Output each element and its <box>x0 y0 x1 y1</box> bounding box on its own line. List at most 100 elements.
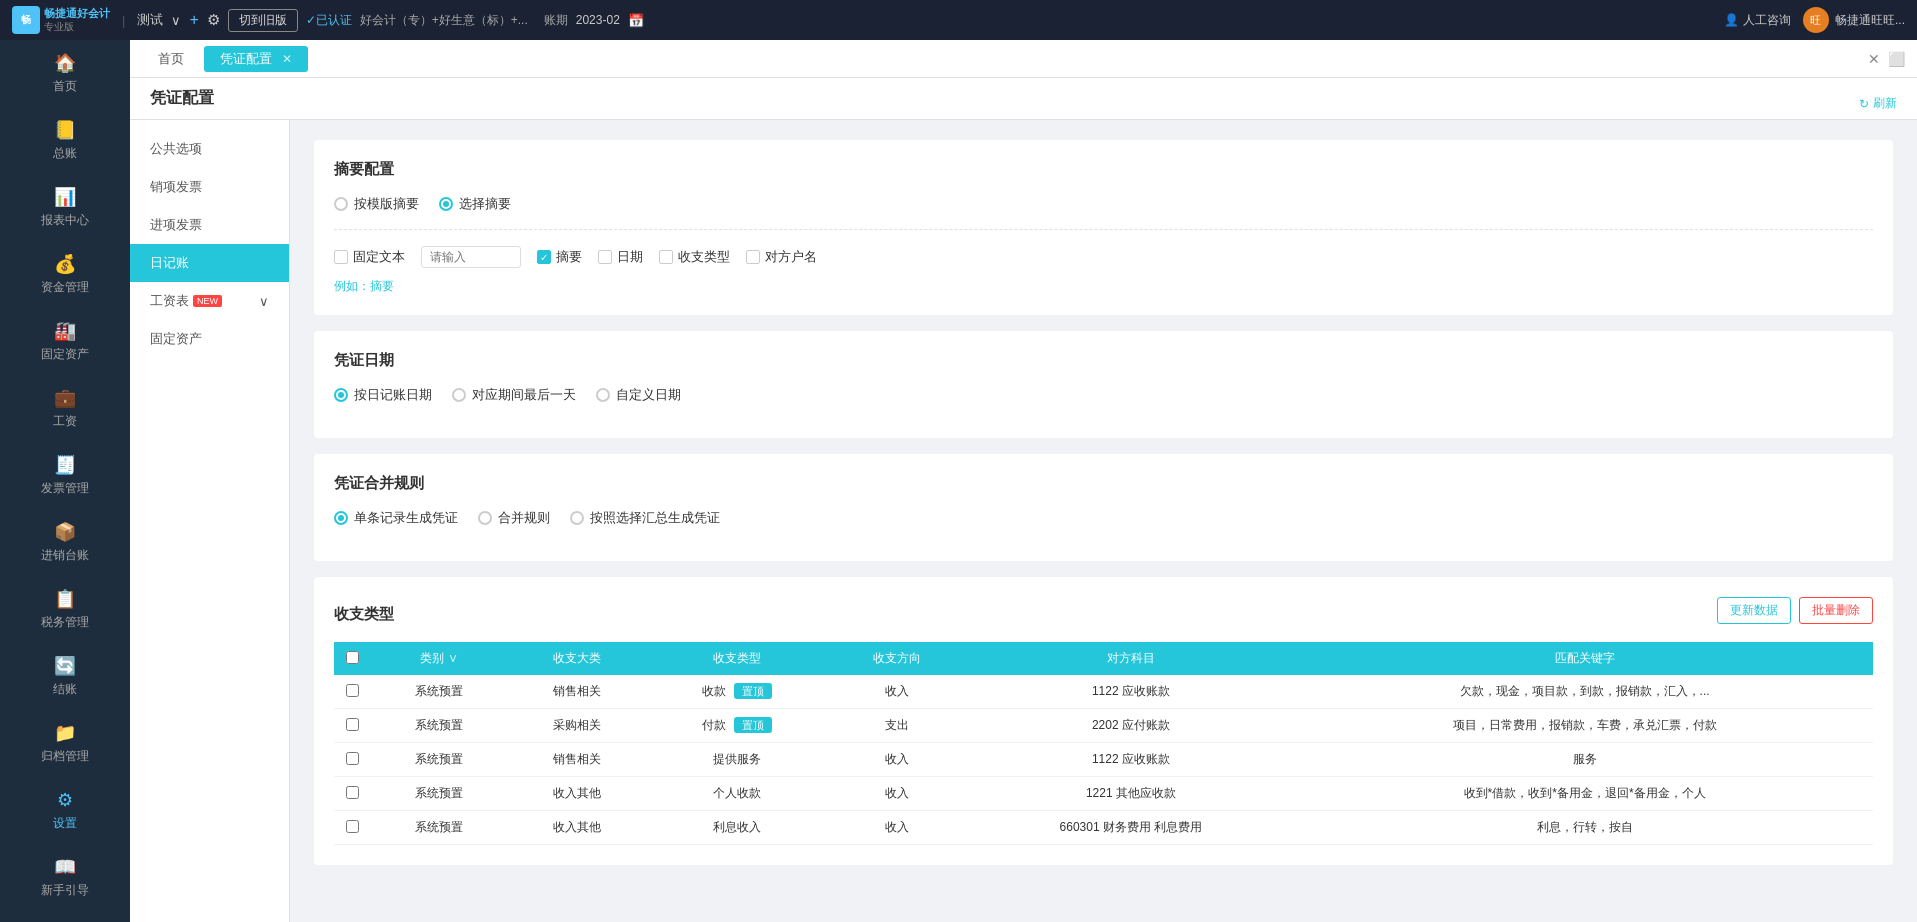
merge-rule-radio-group: 单条记录生成凭证 合并规则 按照选择汇总生成凭证 <box>334 509 1873 527</box>
th-checkbox[interactable] <box>334 642 370 675</box>
checkbox-fixed-text[interactable]: 固定文本 <box>334 248 405 266</box>
avatar: 旺 <box>1803 7 1829 33</box>
main-content: 摘要配置 按模版摘要 选择摘要 <box>290 120 1917 922</box>
th-counter-subject: 对方科目 <box>966 642 1296 675</box>
sidebar-item-purchasesales[interactable]: 📦 进销台账 <box>0 509 130 576</box>
sidebar-item-tax[interactable]: 📋 税务管理 <box>0 576 130 643</box>
update-data-btn[interactable]: 更新数据 <box>1717 597 1791 624</box>
guide-icon: 📖 <box>54 856 76 878</box>
summary-title: 摘要配置 <box>334 160 1873 179</box>
sidebar-item-settings[interactable]: ⚙ 设置 <box>0 777 130 844</box>
funds-icon: 💰 <box>54 253 76 275</box>
row-checkbox-2[interactable] <box>346 752 359 765</box>
left-nav: 公共选项 销项发票 进项发票 日记账 工资表 NEW ∨ 固定资产 <box>130 120 290 922</box>
checkbox-income-type[interactable]: 收支类型 <box>659 248 730 266</box>
left-nav-sales-invoice[interactable]: 销项发票 <box>130 168 289 206</box>
help-btn[interactable]: 👤 人工咨询 <box>1724 12 1791 29</box>
user-menu[interactable]: 旺 畅捷通旺旺... <box>1803 7 1905 33</box>
add-btn[interactable]: + <box>189 11 198 29</box>
left-nav-diary[interactable]: 日记账 <box>130 244 289 282</box>
period-label: 账期 <box>544 12 568 29</box>
top-tag-0[interactable]: 置顶 <box>734 683 772 699</box>
left-nav-fixed-assets[interactable]: 固定资产 <box>130 320 289 358</box>
sidebar-item-assets[interactable]: 🏭 固定资产 <box>0 308 130 375</box>
row-checkbox-3[interactable] <box>346 786 359 799</box>
calendar-icon[interactable]: 📅 <box>628 13 644 28</box>
salary-icon: 💼 <box>54 387 76 409</box>
sidebar-item-home[interactable]: 🏠 首页 <box>0 40 130 107</box>
sidebar: 🏠 首页 📒 总账 📊 报表中心 💰 资金管理 🏭 固定资产 💼 工资 🧾 发票… <box>0 40 130 922</box>
product-tags: 好会计（专）+好生意（标）+... <box>360 12 528 29</box>
tab-bar: 首页 凭证配置 ✕ ✕ ⬜ <box>130 40 1917 78</box>
ledger-icon: 📒 <box>54 119 76 141</box>
purchasesales-icon: 📦 <box>54 521 76 543</box>
left-nav-public[interactable]: 公共选项 <box>130 130 289 168</box>
table-row: 系统预置 收入其他 个人收款 收入 1221 其他应收款 收到*借款，收到*备用… <box>334 777 1873 811</box>
radio-select-summary[interactable]: 选择摘要 <box>439 195 511 213</box>
th-keywords: 匹配关键字 <box>1296 642 1873 675</box>
sidebar-item-guide[interactable]: 📖 新手引导 <box>0 844 130 911</box>
table-actions: 更新数据 批量删除 <box>1717 597 1873 624</box>
content-area: 首页 凭证配置 ✕ ✕ ⬜ 凭证配置 ↻ 刷新 公共选项 <box>130 40 1917 922</box>
archive-icon: 📁 <box>54 722 76 744</box>
income-expense-section: 收支类型 更新数据 批量删除 <box>314 577 1893 865</box>
fixed-text-input[interactable] <box>421 246 521 268</box>
table-row: 系统预置 收入其他 利息收入 收入 660301 财务费用 利息费用 利息，行转… <box>334 811 1873 845</box>
sidebar-item-archive[interactable]: 📁 归档管理 <box>0 710 130 777</box>
assets-icon: 🏭 <box>54 320 76 342</box>
company-name: 畅捷通好会计 <box>44 7 110 20</box>
summary-checkbox-row: 固定文本 ✓ 摘要 日期 收支类型 <box>334 246 1873 268</box>
tab-voucher-config[interactable]: 凭证配置 ✕ <box>204 46 308 72</box>
select-all-checkbox[interactable] <box>346 651 359 664</box>
radio-merge-rule[interactable]: 合并规则 <box>478 509 550 527</box>
certified-tag: ✓已认证 <box>306 12 352 29</box>
sidebar-item-invoice[interactable]: 🧾 发票管理 <box>0 442 130 509</box>
row-checkbox-1[interactable] <box>346 718 359 731</box>
inner-layout: 公共选项 销项发票 进项发票 日记账 工资表 NEW ∨ 固定资产 <box>130 120 1917 922</box>
radio-period-last-day[interactable]: 对应期间最后一天 <box>452 386 576 404</box>
merge-rule-section: 凭证合并规则 单条记录生成凭证 合并规则 按照选择汇总生成凭证 <box>314 454 1893 561</box>
settings-icon[interactable]: ⚙ <box>207 11 220 29</box>
voucher-date-radio-group: 按日记账日期 对应期间最后一天 自定义日期 <box>334 386 1873 404</box>
main-layout: 🏠 首页 📒 总账 📊 报表中心 💰 资金管理 🏭 固定资产 💼 工资 🧾 发票… <box>0 40 1917 922</box>
th-big-category: 收支大类 <box>508 642 646 675</box>
voucher-date-section: 凭证日期 按日记账日期 对应期间最后一天 自定义日期 <box>314 331 1893 438</box>
radio-single-record[interactable]: 单条记录生成凭证 <box>334 509 458 527</box>
income-expense-title: 收支类型 <box>334 605 394 624</box>
home-icon: 🏠 <box>54 52 76 74</box>
radio-select-total[interactable]: 按照选择汇总生成凭证 <box>570 509 720 527</box>
checkbox-summary[interactable]: ✓ 摘要 <box>537 248 582 266</box>
checkbox-date[interactable]: 日期 <box>598 248 643 266</box>
close-window-btn[interactable]: ✕ <box>1868 51 1880 67</box>
reports-icon: 📊 <box>54 186 76 208</box>
batch-delete-btn[interactable]: 批量删除 <box>1799 597 1873 624</box>
radio-diary-date[interactable]: 按日记账日期 <box>334 386 432 404</box>
top-tag-1[interactable]: 置顶 <box>734 717 772 733</box>
sidebar-item-member[interactable]: 👑 畅会员 <box>0 911 130 922</box>
tab-close-btn[interactable]: ✕ <box>282 52 292 66</box>
left-nav-purchase-invoice[interactable]: 进项发票 <box>130 206 289 244</box>
sidebar-item-ledger[interactable]: 📒 总账 <box>0 107 130 174</box>
top-right-actions: 👤 人工咨询 旺 畅捷通旺旺... <box>1724 7 1905 33</box>
row-checkbox-0[interactable] <box>346 684 359 697</box>
closing-icon: 🔄 <box>54 655 76 677</box>
tab-home[interactable]: 首页 <box>142 46 200 72</box>
sidebar-item-funds[interactable]: 💰 资金管理 <box>0 241 130 308</box>
invoice-icon: 🧾 <box>54 454 76 476</box>
checkbox-counter-name[interactable]: 对方户名 <box>746 248 817 266</box>
sidebar-item-reports[interactable]: 📊 报表中心 <box>0 174 130 241</box>
refresh-btn[interactable]: ↻ 刷新 <box>1859 95 1897 112</box>
radio-custom-date[interactable]: 自定义日期 <box>596 386 681 404</box>
switch-old-btn[interactable]: 切到旧版 <box>228 9 298 32</box>
sidebar-item-closing[interactable]: 🔄 结账 <box>0 643 130 710</box>
row-checkbox-4[interactable] <box>346 820 359 833</box>
table-row: 系统预置 销售相关 提供服务 收入 1122 应收账款 服务 <box>334 743 1873 777</box>
voucher-date-title: 凭证日期 <box>334 351 1873 370</box>
left-nav-payroll[interactable]: 工资表 NEW ∨ <box>130 282 289 320</box>
sidebar-item-salary[interactable]: 💼 工资 <box>0 375 130 442</box>
radio-template-summary[interactable]: 按模版摘要 <box>334 195 419 213</box>
period-value: 2023-02 <box>576 13 620 27</box>
table-row: 系统预置 销售相关 收款 置顶 收入 1122 应收账款 欠款，现金，项目款，到… <box>334 675 1873 709</box>
summary-section: 摘要配置 按模版摘要 选择摘要 <box>314 140 1893 315</box>
maximize-window-btn[interactable]: ⬜ <box>1888 51 1905 67</box>
